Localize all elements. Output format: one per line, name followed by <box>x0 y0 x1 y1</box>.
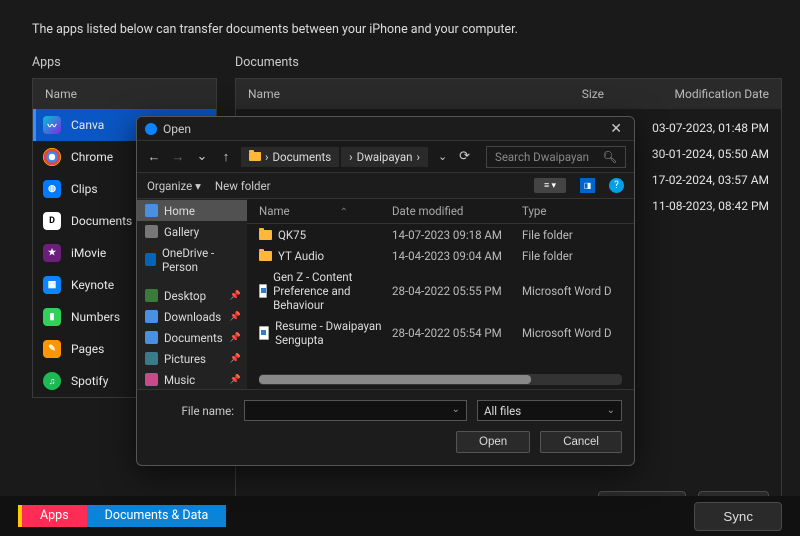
gallery-icon <box>145 225 158 238</box>
dialog-sidebar[interactable]: Home Gallery OneDrive - Person Desktop📌 … <box>137 199 247 389</box>
pages-icon: ✎ <box>43 340 61 358</box>
file-header-name[interactable]: Name⌃ <box>259 204 392 218</box>
sync-button[interactable]: Sync <box>694 502 782 531</box>
chevron-down-icon[interactable]: ⌄ <box>193 149 211 164</box>
word-doc-icon <box>259 284 267 298</box>
sidebar-item-music[interactable]: Music📌 <box>137 369 247 389</box>
pictures-folder-icon <box>145 352 158 365</box>
doc-header-name[interactable]: Name <box>248 87 519 101</box>
chevron-down-icon: ⌄ <box>607 405 615 416</box>
dialog-app-icon <box>145 123 157 135</box>
numbers-icon: ▮ <box>43 308 61 326</box>
pin-icon: 📌 <box>230 312 241 322</box>
new-folder-button[interactable]: New folder <box>215 179 271 193</box>
apps-header-name[interactable]: Name <box>32 78 217 109</box>
home-icon <box>145 204 158 217</box>
cancel-button[interactable]: Cancel <box>540 431 622 453</box>
downloads-icon <box>145 310 158 323</box>
chevron-down-icon[interactable]: ⌄ <box>452 404 460 415</box>
pin-icon: 📌 <box>230 333 241 343</box>
file-header-date[interactable]: Date modified <box>392 204 522 218</box>
doc-header-moddate[interactable]: Modification Date <box>614 87 769 101</box>
view-mode-toggle[interactable]: ≡ ▾ <box>534 178 566 193</box>
sidebar-item-gallery[interactable]: Gallery <box>137 221 247 242</box>
breadcrumb-dropdown-icon[interactable]: ⌄ <box>438 150 447 163</box>
chrome-icon <box>43 148 61 166</box>
documents-header-row: Name Size Modification Date <box>236 79 781 109</box>
dialog-title: Open <box>163 122 191 136</box>
dialog-nav-bar: ← → ⌄ ↑ › Documents › Dwaipayan › ⌄ ⟳ Se… <box>137 141 634 173</box>
filename-input[interactable]: ⌄ <box>244 400 467 421</box>
filename-label: File name: <box>149 404 234 418</box>
intro-text: The apps listed below can transfer docum… <box>0 0 800 37</box>
footer-bar: Apps Documents & Data Sync <box>0 496 800 536</box>
search-input[interactable]: Search Dwaipayan 🔍︎ <box>486 146 626 168</box>
clips-icon: ◍ <box>43 180 61 198</box>
onedrive-icon <box>145 253 156 266</box>
file-header-type[interactable]: Type <box>522 204 622 218</box>
organize-dropdown[interactable]: Organize ▾ <box>147 179 201 193</box>
close-icon[interactable]: ✕ <box>606 121 626 137</box>
breadcrumb[interactable]: › Documents › Dwaipayan › <box>241 147 428 167</box>
tab-documents-data[interactable]: Documents & Data <box>87 505 227 527</box>
imovie-icon: ★ <box>43 244 61 262</box>
dialog-titlebar[interactable]: Open ✕ <box>137 117 634 141</box>
doc-header-size[interactable]: Size <box>519 87 604 101</box>
sidebar-item-pictures[interactable]: Pictures📌 <box>137 348 247 369</box>
dialog-file-list: Name⌃ Date modified Type QK7514-07-2023 … <box>247 199 634 389</box>
documents-section-title: Documents <box>235 55 782 70</box>
spotify-icon: ♫ <box>43 372 61 390</box>
documents-icon: D <box>43 212 61 230</box>
nav-up-icon[interactable]: ↑ <box>217 149 235 165</box>
keynote-icon: ▦ <box>43 276 61 294</box>
sidebar-item-onedrive[interactable]: OneDrive - Person <box>137 242 247 277</box>
folder-icon <box>259 230 272 240</box>
open-button[interactable]: Open <box>456 431 530 453</box>
sidebar-item-downloads[interactable]: Downloads📌 <box>137 306 247 327</box>
file-list-header: Name⌃ Date modified Type <box>247 199 634 224</box>
pin-icon: 📌 <box>230 375 241 385</box>
file-row[interactable]: Resume - Dwaipayan Sengupta28-04-2022 05… <box>247 315 634 350</box>
desktop-icon <box>145 289 158 302</box>
preview-pane-icon[interactable]: ◨ <box>580 178 595 193</box>
folder-icon <box>259 251 272 261</box>
refresh-icon[interactable]: ⟳ <box>459 149 470 164</box>
help-icon[interactable]: ? <box>609 178 624 193</box>
sidebar-item-home[interactable]: Home <box>137 200 247 221</box>
tab-apps[interactable]: Apps <box>18 505 87 527</box>
documents-folder-icon <box>145 331 158 344</box>
nav-forward-icon[interactable]: → <box>169 149 187 165</box>
word-doc-icon <box>259 326 269 340</box>
sidebar-item-documents[interactable]: Documents📌 <box>137 327 247 348</box>
file-row[interactable]: YT Audio14-04-2023 09:04 AMFile folder <box>247 245 634 266</box>
sort-arrow-icon: ⌃ <box>340 207 348 218</box>
sidebar-item-desktop[interactable]: Desktop📌 <box>137 285 247 306</box>
canva-icon: 〰 <box>43 116 61 134</box>
pin-icon: 📌 <box>230 291 241 301</box>
file-filter-select[interactable]: All files⌄ <box>477 400 622 421</box>
music-folder-icon <box>145 373 158 386</box>
apps-section-title: Apps <box>32 55 217 70</box>
file-row[interactable]: Gen Z - Content Preference and Behaviour… <box>247 266 634 315</box>
horizontal-scrollbar[interactable] <box>259 374 622 385</box>
search-icon: 🔍︎ <box>602 150 617 164</box>
file-row[interactable]: QK7514-07-2023 09:18 AMFile folder <box>247 224 634 245</box>
pin-icon: 📌 <box>230 354 241 364</box>
folder-icon <box>249 152 261 161</box>
open-dialog: Open ✕ ← → ⌄ ↑ › Documents › Dwaipayan ›… <box>136 116 635 466</box>
nav-back-icon[interactable]: ← <box>145 149 163 165</box>
